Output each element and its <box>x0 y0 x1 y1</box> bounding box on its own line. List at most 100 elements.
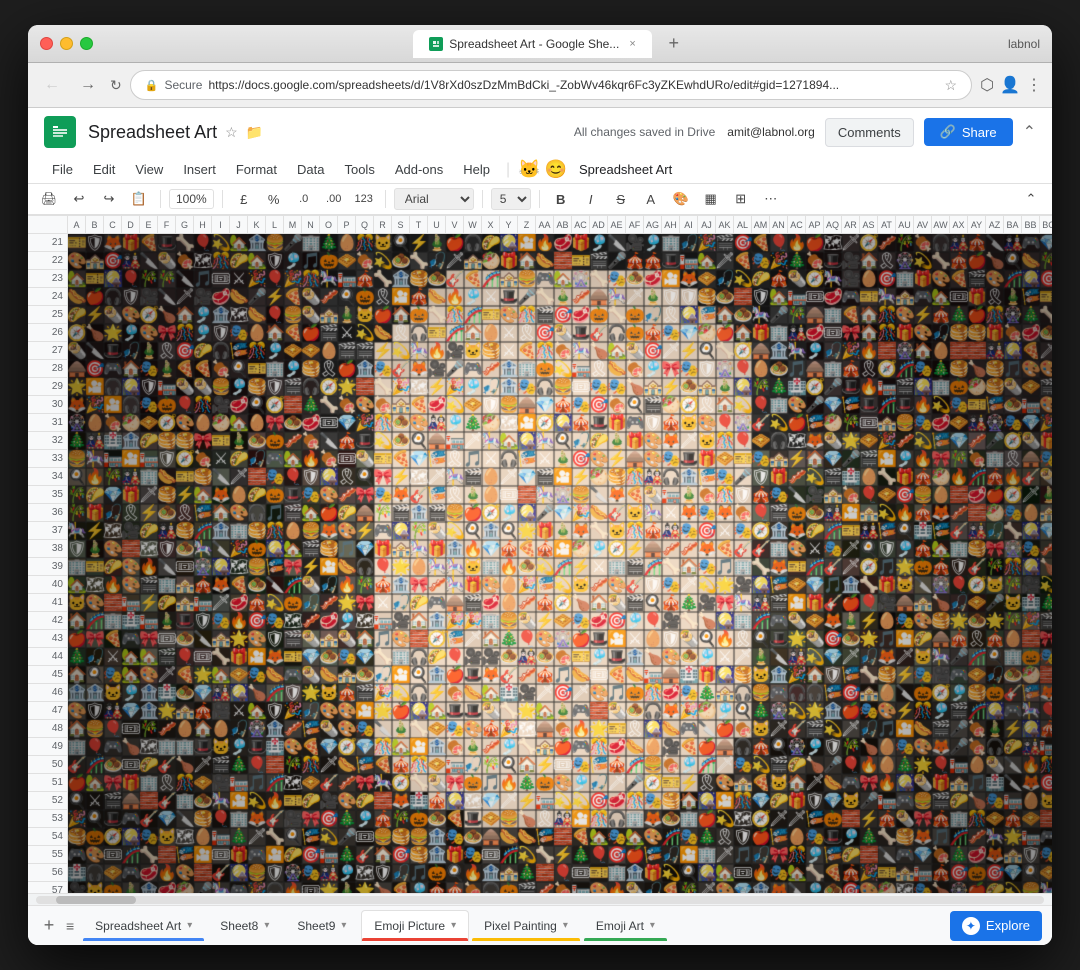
row-number-26: 26 <box>28 324 67 342</box>
col-header-AJ: AJ <box>698 216 716 233</box>
menu-data[interactable]: Data <box>289 158 332 181</box>
sheet-tab-dropdown-icon[interactable]: ▾ <box>187 920 192 931</box>
close-button[interactable] <box>40 37 53 50</box>
folder-icon[interactable]: 📁 <box>246 124 263 141</box>
minimize-button[interactable] <box>60 37 73 50</box>
sheet-tab-sheet9[interactable]: Sheet9▾ <box>284 910 359 942</box>
sheets-header: Spreadsheet Art ☆ 📁 Spreadsheet Art All … <box>28 108 1052 216</box>
fill-color-button[interactable]: 🎨 <box>668 186 694 212</box>
horizontal-scrollbar[interactable] <box>28 893 1052 905</box>
add-sheet-button[interactable]: + <box>38 915 60 937</box>
col-header-AN: AN <box>770 216 788 233</box>
tab-close-icon[interactable]: × <box>629 38 635 50</box>
explore-button[interactable]: ✦ Explore <box>950 911 1042 941</box>
more-button[interactable]: ⋯ <box>758 186 784 212</box>
browser-toolbar: ⬡ 👤 ⋮ <box>980 75 1042 95</box>
col-header-J: J <box>230 216 248 233</box>
menu-file[interactable]: File <box>44 158 81 181</box>
menu-tools[interactable]: Tools <box>336 158 382 181</box>
toolbar-divider-1 <box>160 190 161 208</box>
document-title[interactable]: Spreadsheet Art <box>88 122 217 143</box>
row-number-43: 43 <box>28 630 67 648</box>
sheet-tab-dropdown-icon[interactable]: ▾ <box>650 920 655 931</box>
sheet-tab-sheet8[interactable]: Sheet8 ▾ <box>207 910 282 942</box>
new-tab-button[interactable]: + <box>660 30 688 58</box>
back-button[interactable]: ← <box>38 72 66 98</box>
tab-title: Spreadsheet Art - Google She... <box>449 37 619 51</box>
refresh-button[interactable]: ↻ <box>110 77 122 94</box>
row-number-36: 36 <box>28 504 67 522</box>
menu-spreadsheet-art[interactable]: Spreadsheet Art <box>571 158 680 181</box>
currency-button[interactable]: £ <box>231 186 257 212</box>
undo-button[interactable]: ↩ <box>66 186 92 212</box>
percent-button[interactable]: % <box>261 186 287 212</box>
decimal-decrease-button[interactable]: .0 <box>291 186 317 212</box>
sheets-title-row: Spreadsheet Art ☆ 📁 Spreadsheet Art All … <box>28 108 1052 156</box>
sheet-tab-dropdown-icon[interactable]: ▾ <box>563 920 568 931</box>
row-number-28: 28 <box>28 360 67 378</box>
extensions-icon[interactable]: ⬡ <box>980 75 994 95</box>
sheet-tab-emoji-art[interactable]: Emoji Art▾ <box>583 910 668 942</box>
format-number-button[interactable]: 123 <box>351 186 377 212</box>
borders-button[interactable]: ▦ <box>698 186 724 212</box>
forward-button[interactable]: → <box>74 72 102 98</box>
bold-button[interactable]: B <box>548 186 574 212</box>
comments-button[interactable]: Comments <box>825 118 914 147</box>
italic-button[interactable]: I <box>578 186 604 212</box>
row-number-52: 52 <box>28 792 67 810</box>
share-button[interactable]: 🔗 Share <box>924 118 1013 146</box>
menu-help[interactable]: Help <box>455 158 498 181</box>
col-header-AW: AW <box>932 216 950 233</box>
row-number-57: 57 <box>28 882 67 893</box>
sheets-app: Spreadsheet Art ☆ 📁 Spreadsheet Art All … <box>28 108 1052 945</box>
print-button[interactable]: 🖨 <box>36 186 62 212</box>
row-number-25: 25 <box>28 306 67 324</box>
collapse-button[interactable]: ⌃ <box>1018 186 1044 212</box>
sheet-tab-label: Sheet8 <box>220 919 258 933</box>
menu-edit[interactable]: Edit <box>85 158 123 181</box>
menu-format[interactable]: Format <box>228 158 285 181</box>
paint-format-button[interactable]: 📋 <box>126 186 152 212</box>
secure-label: Secure <box>164 78 202 92</box>
profile-icon[interactable]: 👤 <box>1000 75 1020 95</box>
bookmark-icon[interactable]: ☆ <box>945 77 958 94</box>
toolbar-divider-4 <box>482 190 483 208</box>
menu-view[interactable]: View <box>127 158 171 181</box>
expand-icon[interactable]: ⌃ <box>1023 122 1036 142</box>
mosaic-container <box>68 234 1052 893</box>
sheet-tab-spreadsheet-art[interactable]: Spreadsheet Art▾ <box>82 910 205 942</box>
strikethrough-button[interactable]: S <box>608 186 634 212</box>
col-header-B: B <box>86 216 104 233</box>
menu-insert[interactable]: Insert <box>175 158 224 181</box>
cells-area[interactable] <box>68 234 1052 893</box>
row-number-53: 53 <box>28 810 67 828</box>
browser-tab-active[interactable]: Spreadsheet Art - Google She... × <box>413 30 652 58</box>
col-header-L: L <box>266 216 284 233</box>
sheet-tab-pixel-painting[interactable]: Pixel Painting▾ <box>471 910 581 942</box>
toolbar-divider-3 <box>385 190 386 208</box>
row-number-46: 46 <box>28 684 67 702</box>
address-url: https://docs.google.com/spreadsheets/d/1… <box>208 78 938 92</box>
merge-button[interactable]: ⊞ <box>728 186 754 212</box>
font-selector[interactable]: Arial <box>394 188 474 210</box>
redo-button[interactable]: ↪ <box>96 186 122 212</box>
font-size-selector[interactable]: 5 <box>491 188 531 210</box>
sheet-tab-dropdown-icon[interactable]: ▾ <box>451 920 456 931</box>
text-color-button[interactable]: A <box>638 186 664 212</box>
address-bar[interactable]: 🔒 Secure https://docs.google.com/spreads… <box>130 70 972 100</box>
menu-dots-icon[interactable]: ⋮ <box>1026 75 1042 95</box>
maximize-button[interactable] <box>80 37 93 50</box>
col-header-A: A <box>68 216 86 233</box>
sheet-tab-dropdown-icon[interactable]: ▾ <box>264 920 269 931</box>
zoom-level[interactable]: 100% <box>169 189 214 209</box>
scrollbar-thumb[interactable] <box>56 896 136 904</box>
favorite-icon[interactable]: ☆ <box>225 124 238 141</box>
menu-addons[interactable]: Add-ons <box>387 158 451 181</box>
sheet-tab-emoji-picture[interactable]: Emoji Picture▾ <box>361 910 469 942</box>
sheet-tab-dropdown-icon[interactable]: ▾ <box>341 920 346 931</box>
col-header-P: P <box>338 216 356 233</box>
sheet-menu-icon[interactable]: ≡ <box>66 918 74 934</box>
decimal-increase-button[interactable]: .00 <box>321 186 347 212</box>
col-header-AP: AP <box>806 216 824 233</box>
col-header-T: T <box>410 216 428 233</box>
